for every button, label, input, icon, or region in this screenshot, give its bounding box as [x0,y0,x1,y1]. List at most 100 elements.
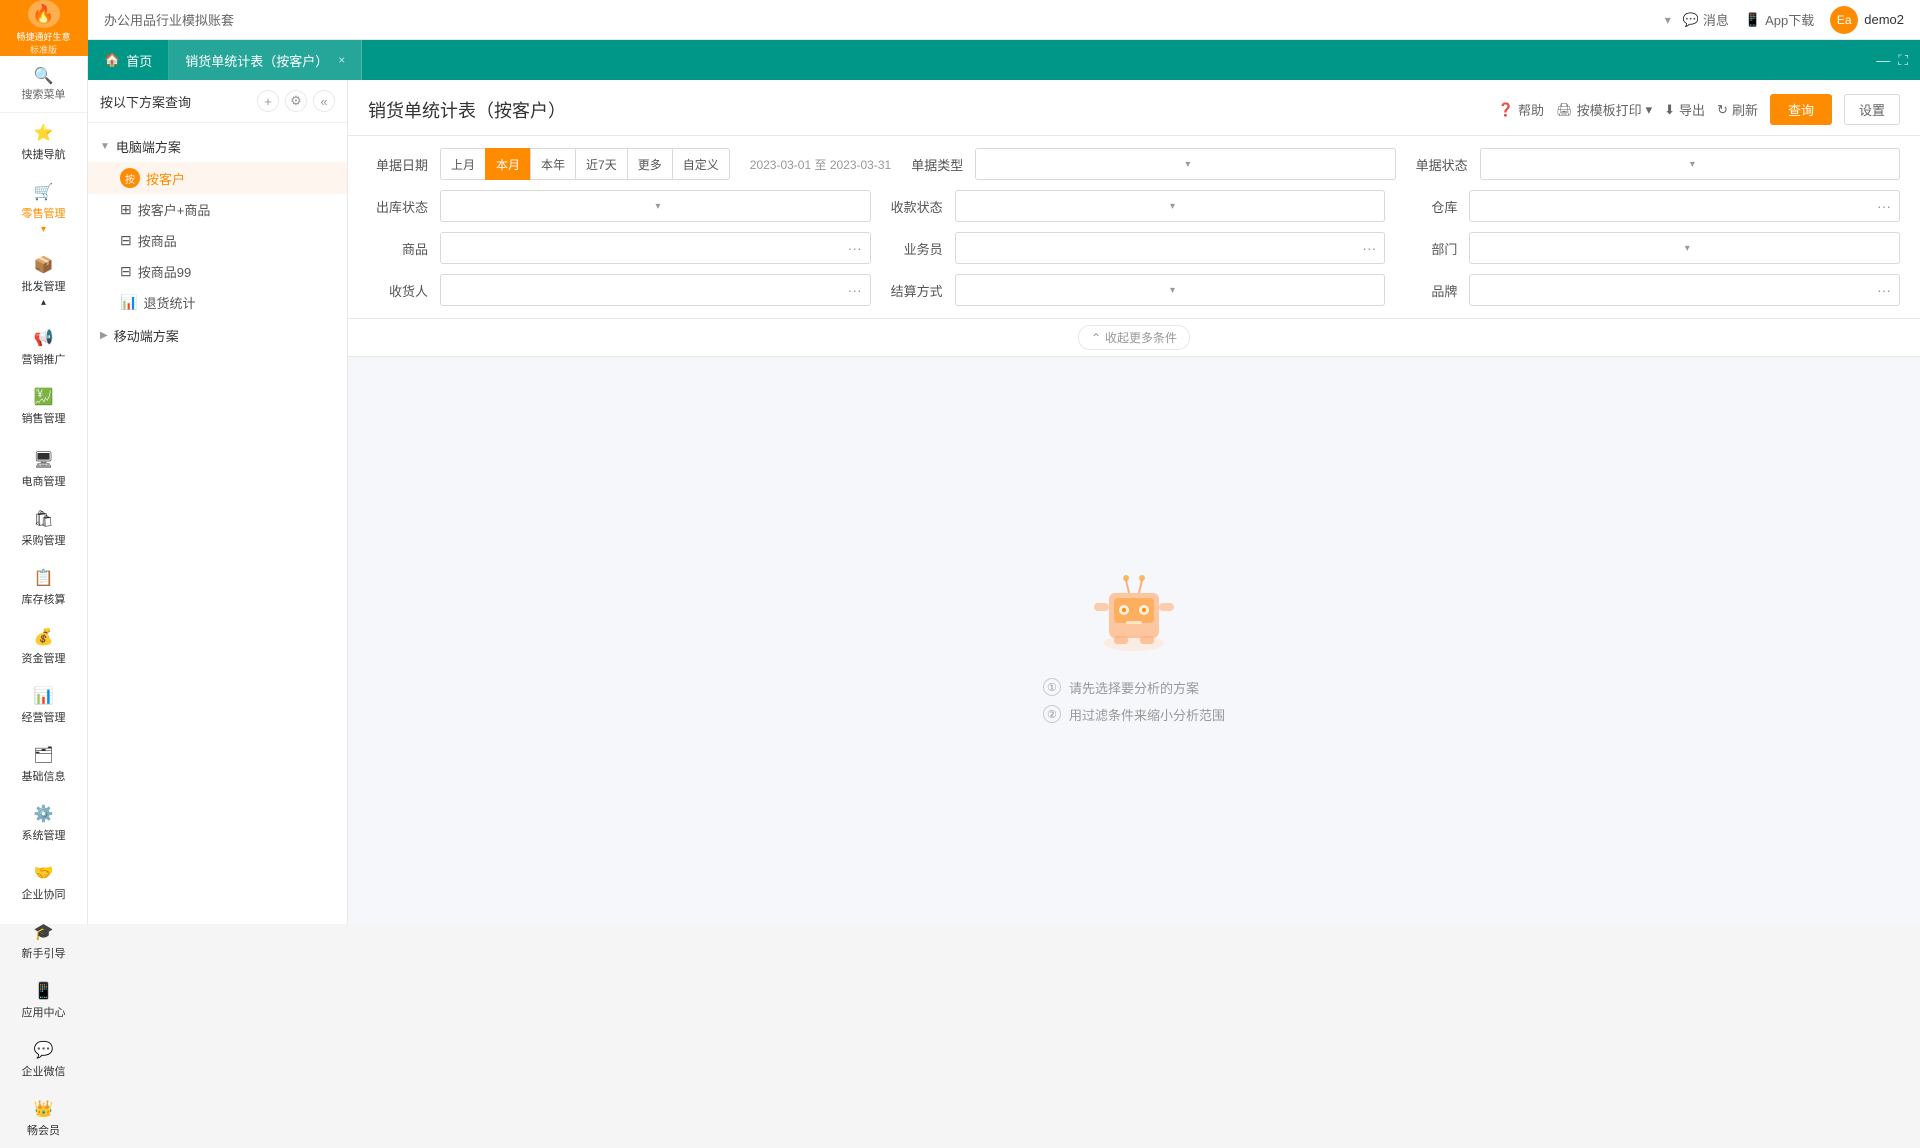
payment-status-label: 收款状态 [883,197,943,216]
sidebar-item-operations[interactable]: 📊 经营管理 [0,676,87,735]
panel-settings-btn[interactable]: ⚙ [285,90,307,112]
app-download-label: App下载 [1765,10,1814,29]
doc-type-select[interactable]: ▾ [975,148,1395,180]
operations-icon: 📊 [34,686,54,706]
tree-item-by-customer[interactable]: 按 按客户 [88,162,347,194]
filter-row-4: 收货人 ··· 结算方式 ▾ 品牌 ··· [368,274,1900,306]
sidebar-item-wholesale[interactable]: 📦 批发管理 ▴ [0,245,87,318]
export-btn[interactable]: ⬇ 导出 [1664,100,1705,119]
dept-select[interactable]: ▾ [1469,232,1900,264]
sidebar-item-marketing[interactable]: 📢 营销推广 [0,318,87,377]
settlement-select[interactable]: ▾ [955,274,1386,306]
tip-num-2: ② [1043,705,1061,723]
sidebar-item-retail[interactable]: 🛒 零售管理 ▾ [0,172,87,245]
date-btn-this-year[interactable]: 本年 [530,148,575,180]
tree-item-return-stats-label: 退货统计 [143,293,195,312]
tab-close-icon[interactable]: × [338,53,345,67]
warehouse-select[interactable]: ··· [1469,190,1900,222]
message-label: 消息 [1703,10,1729,29]
sidebar-item-finance[interactable]: 💰 资金管理 [0,617,87,676]
panel-add-btn[interactable]: + [257,90,279,112]
doc-status-arrow-icon: ▾ [1690,159,1891,170]
sidebar-item-cooperation[interactable]: 🤝 企业协同 [0,853,87,912]
tree-item-goods99-label: 按商品99 [138,262,191,281]
tree-item-customer-goods-label: 按客户+商品 [138,200,211,219]
content-area: 按以下方案查询 + ⚙ « ▼ 电脑端方案 按 按客 [88,80,1920,924]
doc-type-arrow-icon: ▾ [1185,159,1386,170]
settlement-label: 结算方式 [883,281,943,300]
customer-goods-icon: ⊞ [120,201,132,218]
message-btn[interactable]: 💬 消息 [1683,10,1729,29]
filter-row-1: 单据日期 上月 本月 本年 近7天 更多 自定义 2023-03-01 至 20… [368,148,1900,180]
salesperson-select[interactable]: ··· [955,232,1386,264]
doc-status-select[interactable]: ▾ [1480,148,1900,180]
settings-button[interactable]: 设置 [1844,94,1900,125]
query-button[interactable]: 查询 [1770,94,1832,125]
tree-item-by-goods-label: 按商品 [138,231,177,250]
collapse-btn[interactable]: ⌃ 收起更多条件 [1078,325,1190,350]
page-title: 销货单统计表（按客户） [368,97,566,123]
warehouse-label: 仓库 [1397,197,1457,216]
goods-select[interactable]: ··· [440,232,871,264]
tree-item-return-stats[interactable]: 📊 退货统计 [88,287,347,318]
header-dropdown[interactable]: ▾ [1665,13,1671,27]
sidebar-item-sales[interactable]: 💹 销售管理 [0,377,87,436]
sidebar-item-basic[interactable]: 🗂 基础信息 [0,735,87,794]
goods-label: 商品 [368,239,428,258]
sidebar-item-newbie[interactable]: 🎓 新手引导 [0,912,87,971]
sidebar-item-ecommerce[interactable]: 🖥 电商管理 [0,440,87,499]
tab-expand-icon[interactable]: ⛶ [1898,52,1908,69]
member-icon: 👑 [34,1099,54,1119]
tab-home-label: 首页 [126,51,152,70]
tree-item-customer-goods[interactable]: ⊞ 按客户+商品 [88,194,347,225]
sidebar-item-system[interactable]: ⚙️ 系统管理 [0,794,87,853]
user-profile[interactable]: Ea demo2 [1830,6,1904,34]
help-btn[interactable]: ❓ 帮助 [1498,100,1544,119]
date-btn-custom[interactable]: 自定义 [672,148,730,180]
tab-active-label: 销货单统计表（按客户） [185,51,328,70]
sidebar: 🔥 畅捷通好生意 标准版 🔍 搜索菜单 ⭐ 快捷导航 🛒 零售管理 ▾ 📦 批发… [0,0,88,924]
tab-home[interactable]: 🏠 首页 [88,40,169,80]
salesperson-dots-icon: ··· [1362,240,1376,256]
wholesale-icon: 📦 [34,255,54,275]
appcenter-icon: 📱 [34,981,54,1001]
sidebar-item-member[interactable]: 👑 畅会员 [0,1089,87,1148]
receiver-select[interactable]: ··· [440,274,871,306]
user-name: demo2 [1864,12,1904,27]
print-btn[interactable]: 🖨 按模板打印 ▾ [1556,100,1652,119]
empty-tips: ① 请先选择要分析的方案 ② 用过滤条件来缩小分析范围 [1043,678,1225,724]
tree-item-goods99[interactable]: ⊟ 按商品99 [88,256,347,287]
inventory-icon: 📋 [34,568,54,588]
collapse-label: 收起更多条件 [1105,329,1177,346]
tree-group-mobile-header[interactable]: ▶ 移动端方案 [88,320,347,351]
return-stats-icon: 📊 [120,294,137,311]
download-icon: 📱 [1745,12,1761,28]
refresh-btn[interactable]: ↻ 刷新 [1717,100,1758,119]
sidebar-item-wechat[interactable]: 💬 企业微信 [0,1030,87,1089]
date-btn-last-month[interactable]: 上月 [440,148,485,180]
help-icon: ❓ [1498,102,1514,118]
date-btn-last7[interactable]: 近7天 [575,148,627,180]
tab-minimize-icon[interactable]: — [1876,52,1890,68]
sidebar-item-inventory[interactable]: 📋 库存核算 [0,558,87,617]
tree-item-by-goods[interactable]: ⊟ 按商品 [88,225,347,256]
payment-status-select[interactable]: ▾ [955,190,1386,222]
export-icon: ⬇ [1664,102,1675,118]
customer-circle-icon: 按 [120,168,140,188]
sidebar-search[interactable]: 🔍 搜索菜单 [0,56,87,113]
tree-group-desktop-header[interactable]: ▼ 电脑端方案 [88,131,347,162]
sidebar-item-purchase[interactable]: 🛍 采购管理 [0,499,87,558]
date-btn-this-month[interactable]: 本月 [485,148,530,180]
brand-select[interactable]: ··· [1469,274,1900,306]
sidebar-item-shortcut[interactable]: ⭐ 快捷导航 [0,113,87,172]
search-label: 搜索菜单 [0,86,87,102]
date-btn-more[interactable]: 更多 [627,148,672,180]
panel-collapse-btn[interactable]: « [313,90,335,112]
tab-active[interactable]: 销货单统计表（按客户） × [169,40,362,80]
out-status-select[interactable]: ▾ [440,190,871,222]
sidebar-item-appcenter[interactable]: 📱 应用中心 [0,971,87,1030]
app-download-btn[interactable]: 📱 App下载 [1745,10,1814,29]
finance-icon: 💰 [34,627,54,647]
warehouse-dots-icon: ··· [1877,198,1891,214]
left-panel-title: 按以下方案查询 [100,92,191,111]
